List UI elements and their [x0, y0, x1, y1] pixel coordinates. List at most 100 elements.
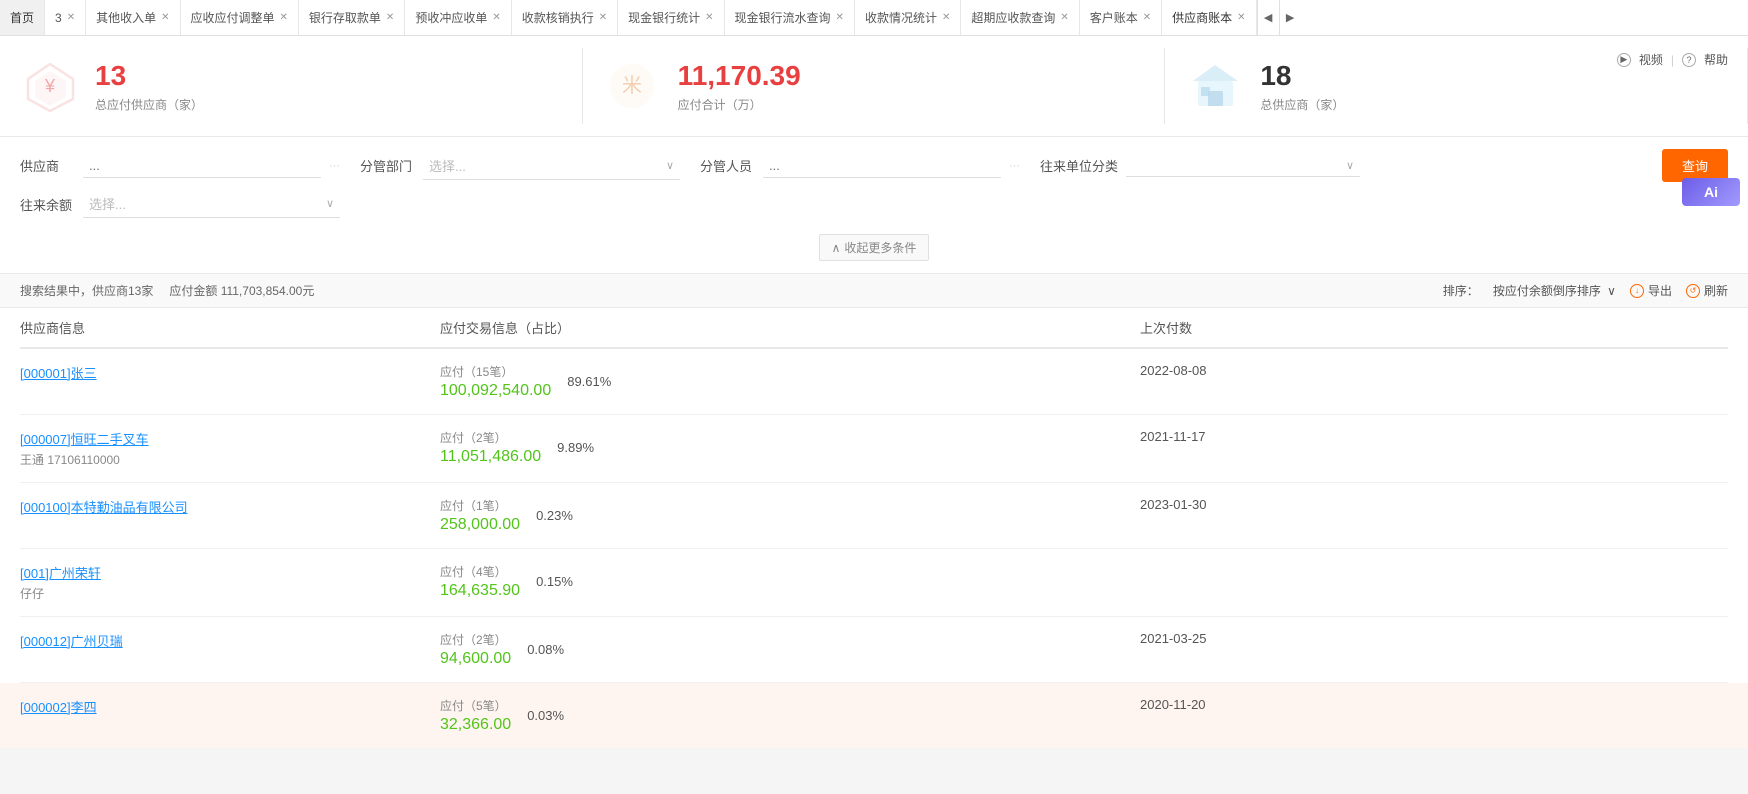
nav-prev-arrow[interactable]: ◀ [1257, 0, 1279, 35]
supplier-name-2[interactable]: [000100]本特勤油品有限公司 [20, 497, 440, 516]
nav-tab-cash-bank-stat-close[interactable]: ✕ [705, 12, 713, 23]
result-info: 搜索结果中，供应商13家 应付金额 111,703,854.00元 [20, 282, 314, 299]
nav-tab-overdue-query[interactable]: 超期应收款查询 ✕ [961, 0, 1079, 35]
summary-bar: ¥ 13 总应付供应商（家） 米 11,170.39 应付合计（万） [0, 36, 1748, 137]
amount-info: 应付金额 111,703,854.00元 [169, 282, 314, 299]
trans-percent-2: 0.23% [536, 508, 573, 523]
nav-tab-supplier-ledger-close[interactable]: ✕ [1237, 12, 1245, 23]
export-label: 导出 [1648, 282, 1672, 299]
trans-percent-0: 89.61% [567, 374, 611, 389]
nav-tab-bank-deposit-close[interactable]: ✕ [386, 12, 394, 23]
nav-tab-receipt-verify-close[interactable]: ✕ [599, 12, 607, 23]
transaction-col-0: 应付（15笔） 100,092,540.00 89.61% [440, 363, 1140, 400]
summary-card-supplier-payable-text: 13 总应付供应商（家） [95, 59, 203, 113]
collapse-button[interactable]: ∧ 收起更多条件 [819, 234, 930, 261]
circle-icon-help: ? [1682, 53, 1696, 67]
person-expand-icon[interactable]: ··· [1009, 160, 1020, 172]
nav-tab-receipt-stat[interactable]: 收款情况统计 ✕ [855, 0, 961, 35]
summary-card-total-supplier-text: 18 总供应商（家） [1260, 59, 1344, 113]
nav-tab-receipt-stat-label: 收款情况统计 [865, 9, 937, 26]
supplier-col-3: [001]广州荣轩 仔仔 [20, 563, 440, 602]
table-header: 供应商信息 应付交易信息（占比） 上次付数 [20, 308, 1728, 349]
balance-select[interactable]: 选择... ∨ [83, 190, 340, 218]
sort-value[interactable]: 按应付余额倒序排序 ∨ [1493, 282, 1616, 299]
dept-select[interactable]: 选择... ∨ [423, 152, 680, 180]
last-pay-date-2: 2023-01-30 [1140, 497, 1728, 512]
category-select[interactable]: ∨ [1126, 155, 1360, 177]
nav-tab-ar-ap-adjust[interactable]: 应收应付调整单 ✕ [181, 0, 299, 35]
balance-placeholder: 选择... [89, 194, 126, 213]
supplier-expand-icon[interactable]: ··· [329, 160, 340, 172]
supplier-name-3[interactable]: [001]广州荣轩 [20, 563, 440, 582]
refresh-icon: ↺ [1686, 284, 1700, 298]
ai-badge[interactable]: Ai [1682, 178, 1740, 206]
trans-label-3: 应付（4笔） [440, 563, 520, 580]
nav-tab-other-income-close[interactable]: ✕ [161, 12, 169, 23]
last-pay-date-4: 2021-03-25 [1140, 631, 1728, 646]
trans-percent-1: 9.89% [557, 440, 594, 455]
nav-tab-3-close[interactable]: ✕ [67, 12, 75, 23]
trans-percent-4: 0.08% [527, 642, 564, 657]
nav-tab-prepay-close[interactable]: ✕ [492, 12, 500, 23]
trans-label-2: 应付（1笔） [440, 497, 520, 514]
nav-next-arrow[interactable]: ▶ [1279, 0, 1301, 35]
nav-tab-customer-ledger[interactable]: 客户账本 ✕ [1080, 0, 1162, 35]
trans-info-3: 应付（4笔） 164,635.90 0.15% [440, 563, 1140, 600]
filter-balance: 往来余额 选择... ∨ [20, 190, 340, 218]
export-icon: ↓ [1630, 284, 1644, 298]
nav-tab-cash-bank-flow[interactable]: 现金银行流水查询 ✕ [725, 0, 855, 35]
supplier-col-2: [000100]本特勤油品有限公司 [20, 497, 440, 516]
trans-detail-5: 应付（5笔） 32,366.00 [440, 697, 511, 734]
nav-tab-receipt-verify[interactable]: 收款核销执行 ✕ [512, 0, 618, 35]
sort-arrow-icon: ∨ [1607, 284, 1616, 298]
supplier-count-info: 搜索结果中，供应商13家 [20, 282, 153, 299]
supplier-name-4[interactable]: [000012]广州贝瑞 [20, 631, 440, 650]
total-supplier-count: 18 [1260, 59, 1344, 93]
table-row: [000012]广州贝瑞 应付（2笔） 94,600.00 0.08% 2021… [20, 617, 1728, 683]
filter-category: 往来单位分类 ∨ [1040, 155, 1360, 177]
collapse-up-icon: ∧ [832, 241, 841, 255]
supplier-name-5[interactable]: [000002]李四 [20, 697, 440, 716]
trans-amount-0: 100,092,540.00 [440, 382, 551, 400]
nav-tab-supplier-ledger-label: 供应商账本 [1172, 9, 1232, 26]
nav-tab-cash-bank-stat[interactable]: 现金银行统计 ✕ [618, 0, 724, 35]
nav-tab-cash-bank-flow-label: 现金银行流水查询 [735, 9, 831, 26]
filter-supplier-label: 供应商 [20, 156, 75, 175]
last-pay-date-0: 2022-08-08 [1140, 363, 1728, 378]
summary-card-total-payable: 米 11,170.39 应付合计（万） [583, 48, 1166, 124]
supplier-contact-3: 仔仔 [20, 585, 440, 602]
nav-tab-bank-deposit[interactable]: 银行存取款单 ✕ [299, 0, 405, 35]
circle-icon-video: ▶ [1617, 53, 1631, 67]
video-link[interactable]: 视频 [1639, 51, 1663, 68]
nav-tab-ar-ap-adjust-close[interactable]: ✕ [280, 12, 288, 23]
trans-label-1: 应付（2笔） [440, 429, 541, 446]
export-button[interactable]: ↓ 导出 [1630, 282, 1672, 299]
nav-tab-customer-ledger-close[interactable]: ✕ [1143, 12, 1151, 23]
help-link[interactable]: 帮助 [1704, 51, 1728, 68]
nav-tab-cash-bank-flow-close[interactable]: ✕ [836, 12, 844, 23]
nav-tab-home[interactable]: 首页 [0, 0, 45, 35]
nav-tab-other-income[interactable]: 其他收入单 ✕ [86, 0, 180, 35]
supplier-name-1[interactable]: [000007]恒旺二手叉车 [20, 429, 440, 448]
trans-amount-4: 94,600.00 [440, 650, 511, 668]
nav-tab-receipt-stat-close[interactable]: ✕ [942, 12, 950, 23]
trans-info-5: 应付（5笔） 32,366.00 0.03% [440, 697, 1140, 734]
supplier-input[interactable] [83, 154, 321, 178]
summary-card-total-payable-text: 11,170.39 应付合计（万） [678, 59, 801, 113]
supplier-contact-1: 王通 17106110000 [20, 451, 440, 468]
lastpay-col-2: 2023-01-30 [1140, 497, 1728, 512]
dept-select-arrow: ∨ [666, 159, 674, 172]
filter-row-1: 供应商 ··· 分管部门 选择... ∨ 分管人员 ··· 往来单位分类 ∨ 查… [20, 149, 1728, 182]
trans-detail-2: 应付（1笔） 258,000.00 [440, 497, 520, 534]
nav-tab-prepay[interactable]: 预收冲应收单 ✕ [405, 0, 511, 35]
filter-dept-label: 分管部门 [360, 156, 415, 175]
wheat-icon: 米 [603, 56, 663, 116]
header-transaction: 应付交易信息（占比） [440, 318, 1140, 337]
nav-tab-3[interactable]: 3 ✕ [45, 0, 86, 35]
person-input[interactable] [763, 154, 1001, 178]
shop-icon [1185, 56, 1245, 116]
supplier-name-0[interactable]: [000001]张三 [20, 363, 440, 382]
refresh-button[interactable]: ↺ 刷新 [1686, 282, 1728, 299]
nav-tab-overdue-query-close[interactable]: ✕ [1060, 12, 1068, 23]
nav-tab-supplier-ledger[interactable]: 供应商账本 ✕ [1162, 0, 1256, 35]
